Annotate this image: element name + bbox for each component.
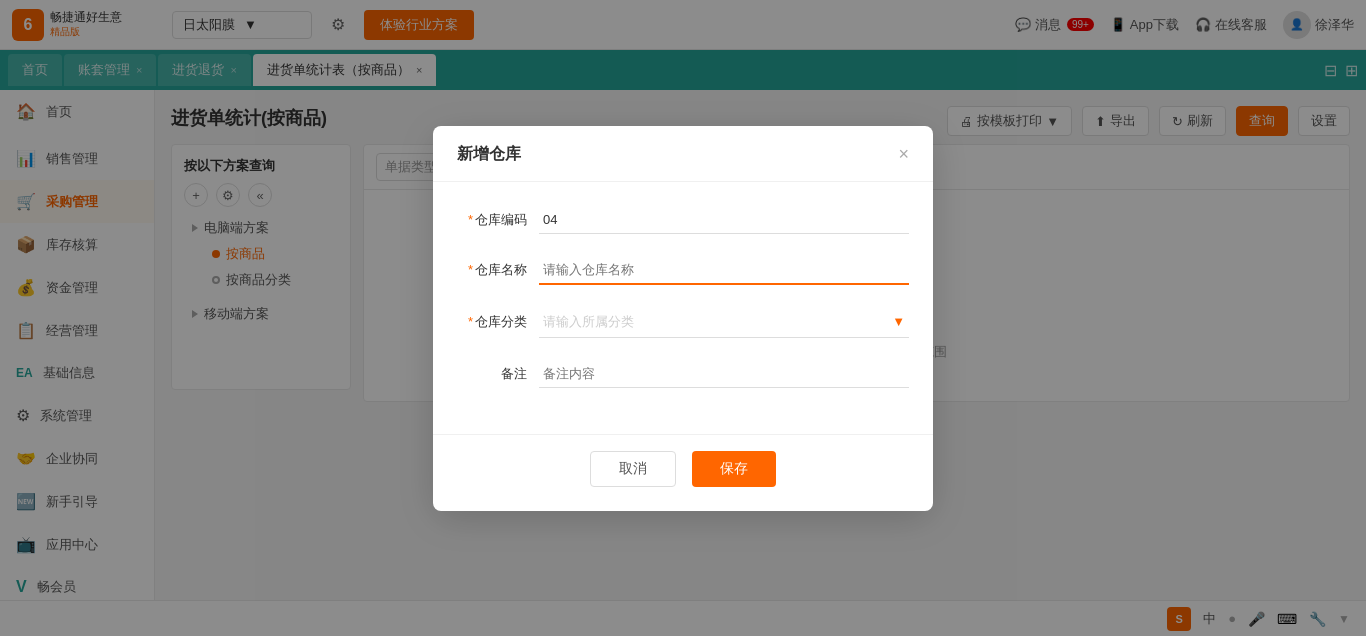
- modal-body: 仓库编码 仓库名称 仓库分类 请输入所属分类 ▼ 备注: [433, 182, 933, 434]
- save-button[interactable]: 保存: [692, 451, 776, 487]
- form-row-code: 仓库编码: [457, 206, 909, 234]
- category-arrow-icon: ▼: [892, 314, 905, 329]
- form-row-name: 仓库名称: [457, 256, 909, 285]
- form-row-note: 备注: [457, 360, 909, 388]
- modal-title: 新增仓库: [457, 144, 521, 165]
- category-placeholder: 请输入所属分类: [543, 313, 634, 331]
- name-label: 仓库名称: [457, 261, 527, 279]
- note-label: 备注: [457, 365, 527, 383]
- add-warehouse-modal: 新增仓库 × 仓库编码 仓库名称 仓库分类 请输入所属分类 ▼: [433, 126, 933, 511]
- modal-header: 新增仓库 ×: [433, 126, 933, 182]
- category-label: 仓库分类: [457, 313, 527, 331]
- name-input[interactable]: [539, 256, 909, 285]
- note-input[interactable]: [539, 360, 909, 388]
- code-label: 仓库编码: [457, 211, 527, 229]
- modal-overlay[interactable]: 新增仓库 × 仓库编码 仓库名称 仓库分类 请输入所属分类 ▼: [0, 0, 1366, 636]
- code-input[interactable]: [539, 206, 909, 234]
- form-row-category: 仓库分类 请输入所属分类 ▼: [457, 307, 909, 338]
- cancel-button[interactable]: 取消: [590, 451, 676, 487]
- modal-footer: 取消 保存: [433, 434, 933, 511]
- modal-close-button[interactable]: ×: [898, 144, 909, 165]
- category-select[interactable]: 请输入所属分类 ▼: [539, 307, 909, 338]
